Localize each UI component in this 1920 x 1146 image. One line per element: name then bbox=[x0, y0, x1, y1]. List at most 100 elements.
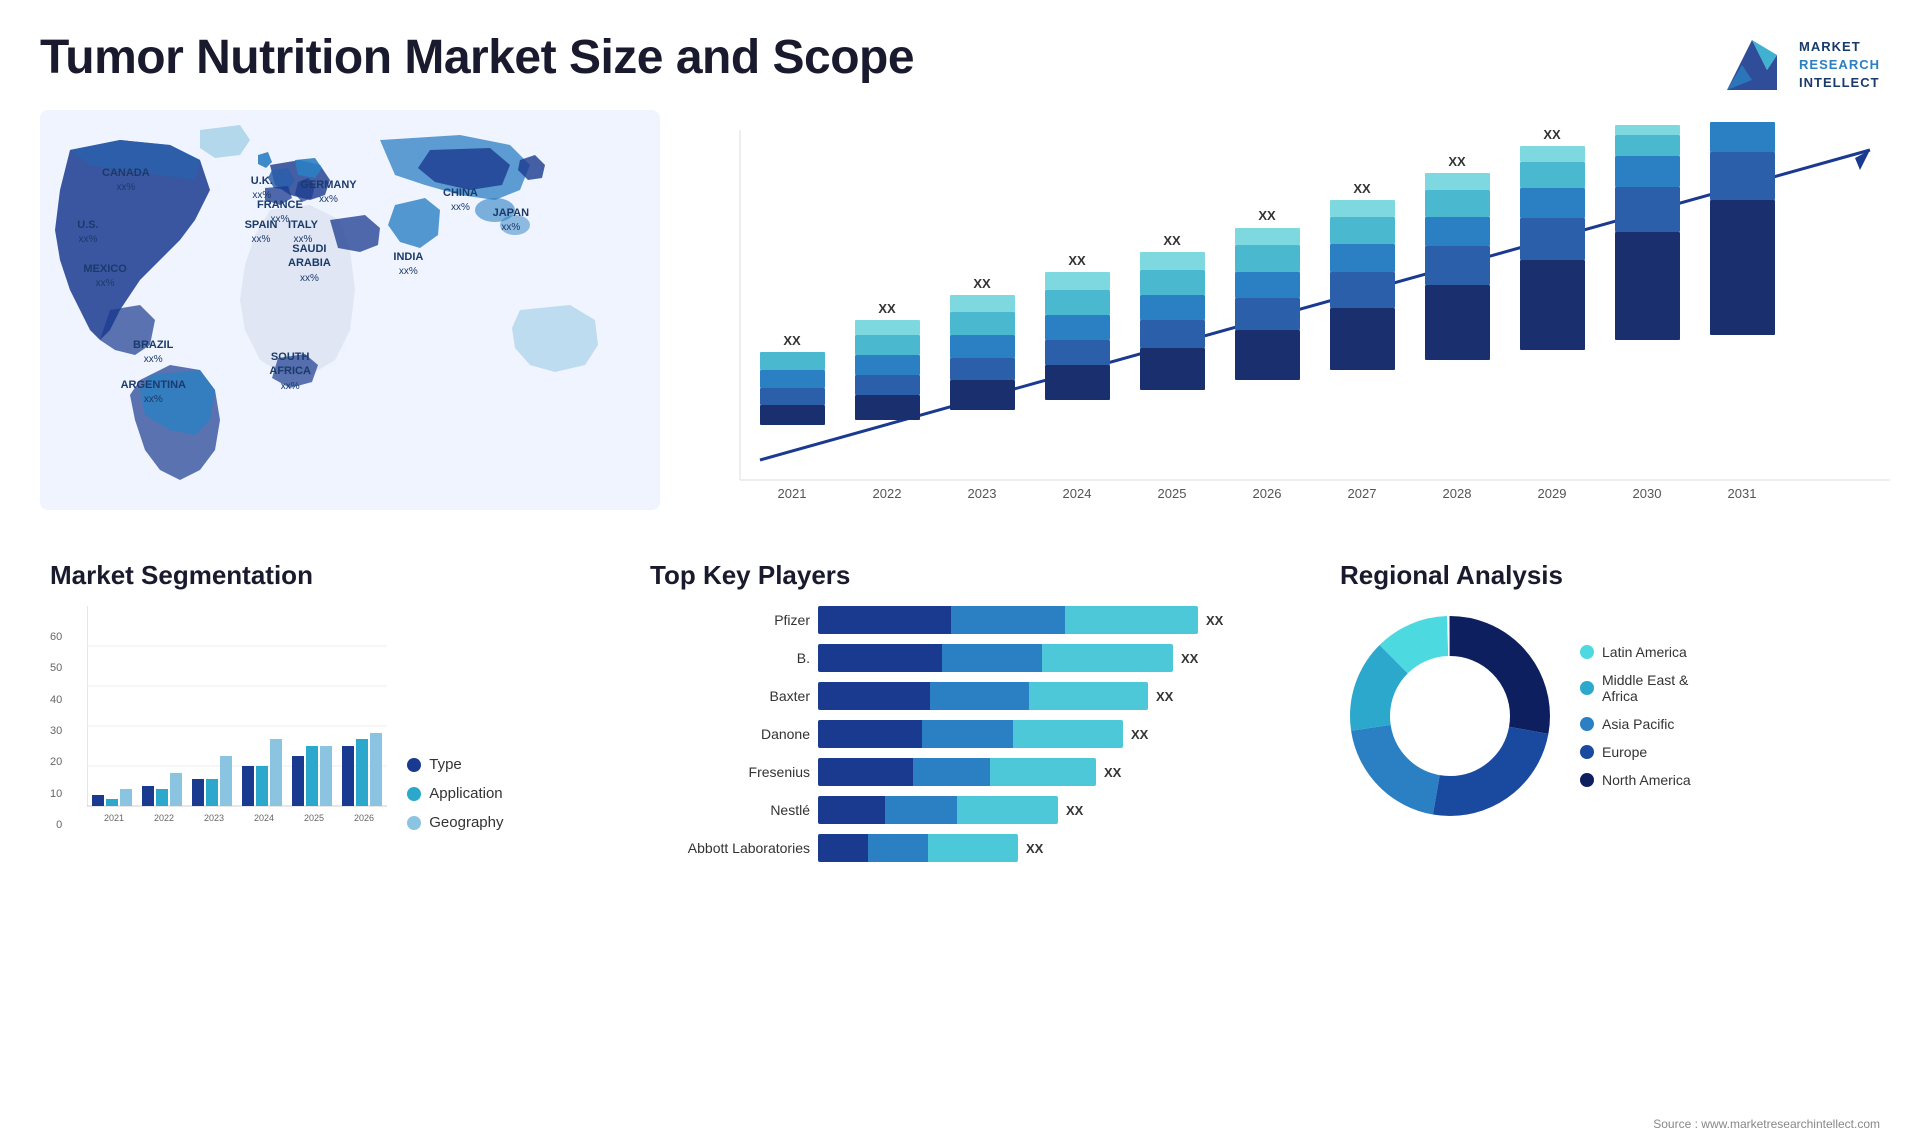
us-label: U.S.xx% bbox=[77, 218, 98, 247]
seg-bars-wrapper: 2021 2022 2023 bbox=[87, 606, 387, 831]
player-name: Abbott Laboratories bbox=[650, 840, 810, 856]
svg-text:2027: 2027 bbox=[1348, 486, 1377, 501]
players-chart: Pfizer XX B. bbox=[650, 606, 1300, 862]
players-section: Top Key Players Pfizer XX B. bbox=[640, 560, 1310, 862]
bottom-grid: Market Segmentation 60 50 40 30 20 10 0 bbox=[0, 560, 1920, 862]
player-name: Nestlé bbox=[650, 802, 810, 818]
player-row-baxter: Baxter XX bbox=[650, 682, 1300, 710]
svg-text:2024: 2024 bbox=[254, 813, 274, 823]
logo: MARKET RESEARCH INTELLECT bbox=[1717, 30, 1880, 100]
svg-text:2026: 2026 bbox=[354, 813, 374, 823]
geography-dot bbox=[407, 816, 421, 830]
player-row-pfizer: Pfizer XX bbox=[650, 606, 1300, 634]
player-row-b: B. XX bbox=[650, 644, 1300, 672]
player-name: B. bbox=[650, 650, 810, 666]
type-label: Type bbox=[429, 756, 462, 773]
south-africa-label: SOUTHAFRICAxx% bbox=[269, 350, 311, 393]
player-row-danone: Danone XX bbox=[650, 720, 1300, 748]
main-bar-chart: XX 2021 XX 2022 XX 2023 bbox=[710, 120, 1910, 520]
svg-text:2028: 2028 bbox=[1443, 486, 1472, 501]
svg-text:2031: 2031 bbox=[1728, 486, 1757, 501]
svg-text:XX: XX bbox=[1638, 120, 1656, 121]
svg-text:XX: XX bbox=[1258, 208, 1276, 223]
svg-text:XX: XX bbox=[878, 301, 896, 316]
svg-text:2021: 2021 bbox=[104, 813, 124, 823]
players-title: Top Key Players bbox=[650, 560, 1300, 591]
svg-text:2030: 2030 bbox=[1633, 486, 1662, 501]
svg-text:XX: XX bbox=[1163, 233, 1181, 248]
svg-text:2029: 2029 bbox=[1538, 486, 1567, 501]
middle-east-africa-dot bbox=[1580, 681, 1594, 695]
player-bar bbox=[818, 834, 1018, 862]
regional-section: Regional Analysis bbox=[1330, 560, 1880, 862]
regional-content: Latin America Middle East &Africa Asia P… bbox=[1340, 606, 1870, 826]
player-row-abbott: Abbott Laboratories XX bbox=[650, 834, 1300, 862]
regional-legend: Latin America Middle East &Africa Asia P… bbox=[1580, 644, 1691, 788]
type-dot bbox=[407, 758, 421, 772]
player-bar bbox=[818, 606, 1198, 634]
player-bar-container: XX bbox=[818, 644, 1300, 672]
donut-chart bbox=[1340, 606, 1560, 826]
brazil-label: BRAZILxx% bbox=[133, 338, 173, 367]
canada-label: CANADAxx% bbox=[102, 166, 150, 195]
player-bar-container: XX bbox=[818, 796, 1300, 824]
bar-chart-svg: XX 2021 XX 2022 XX 2023 bbox=[710, 120, 1910, 540]
player-name: Fresenius bbox=[650, 764, 810, 780]
north-america-label: North America bbox=[1602, 772, 1691, 788]
logo-icon bbox=[1717, 30, 1787, 100]
world-map: CANADAxx% U.S.xx% MEXICOxx% BRAZILxx% AR… bbox=[40, 110, 660, 510]
svg-text:2021: 2021 bbox=[778, 486, 807, 501]
map-section: CANADAxx% U.S.xx% MEXICOxx% BRAZILxx% AR… bbox=[40, 110, 680, 590]
germany-label: GERMANYxx% bbox=[300, 178, 356, 207]
donut-svg bbox=[1340, 606, 1560, 826]
legend-asia-pacific: Asia Pacific bbox=[1580, 716, 1691, 732]
seg-bars-svg: 2021 2022 2023 bbox=[87, 606, 387, 826]
legend-type: Type bbox=[407, 756, 503, 773]
legend-europe: Europe bbox=[1580, 744, 1691, 760]
argentina-label: ARGENTINAxx% bbox=[121, 378, 186, 407]
player-bar-container: XX bbox=[818, 682, 1300, 710]
asia-pacific-label: Asia Pacific bbox=[1602, 716, 1674, 732]
player-name: Danone bbox=[650, 726, 810, 742]
svg-text:XX: XX bbox=[1448, 154, 1466, 169]
svg-text:2025: 2025 bbox=[304, 813, 324, 823]
player-bar-container: XX bbox=[818, 606, 1300, 634]
player-bar bbox=[818, 796, 1058, 824]
legend-geography: Geography bbox=[407, 814, 503, 831]
player-row-nestle: Nestlé XX bbox=[650, 796, 1300, 824]
seg-y-labels: 60 50 40 30 20 10 0 bbox=[50, 631, 62, 831]
seg-legend: Type Application Geography bbox=[407, 756, 503, 831]
svg-text:XX: XX bbox=[1068, 253, 1086, 268]
player-bar-container: XX bbox=[818, 834, 1300, 862]
svg-text:XX: XX bbox=[1353, 181, 1371, 196]
player-bar bbox=[818, 682, 1148, 710]
svg-text:XX: XX bbox=[783, 333, 801, 348]
europe-dot bbox=[1580, 745, 1594, 759]
player-row-fresenius: Fresenius XX bbox=[650, 758, 1300, 786]
main-bar-chart-section: XX 2021 XX 2022 XX 2023 bbox=[690, 110, 1920, 590]
saudi-label: SAUDIARABIAxx% bbox=[288, 242, 331, 285]
asia-pacific-dot bbox=[1580, 717, 1594, 731]
svg-text:2024: 2024 bbox=[1063, 486, 1092, 501]
svg-text:XX: XX bbox=[973, 276, 991, 291]
svg-text:2025: 2025 bbox=[1158, 486, 1187, 501]
segmentation-section: Market Segmentation 60 50 40 30 20 10 0 bbox=[40, 560, 620, 862]
latin-america-label: Latin America bbox=[1602, 644, 1687, 660]
japan-label: JAPANxx% bbox=[493, 206, 529, 235]
geography-label: Geography bbox=[429, 814, 503, 831]
latin-america-dot bbox=[1580, 645, 1594, 659]
player-bar-container: XX bbox=[818, 758, 1300, 786]
north-america-dot bbox=[1580, 773, 1594, 787]
legend-north-america: North America bbox=[1580, 772, 1691, 788]
svg-text:2022: 2022 bbox=[873, 486, 902, 501]
svg-text:2023: 2023 bbox=[204, 813, 224, 823]
legend-latin-america: Latin America bbox=[1580, 644, 1691, 660]
svg-text:2023: 2023 bbox=[968, 486, 997, 501]
europe-label: Europe bbox=[1602, 744, 1647, 760]
page-title: Tumor Nutrition Market Size and Scope bbox=[40, 30, 914, 85]
mexico-label: MEXICOxx% bbox=[83, 262, 126, 291]
svg-text:XX: XX bbox=[1543, 127, 1561, 142]
player-bar bbox=[818, 644, 1173, 672]
logo-text: MARKET RESEARCH INTELLECT bbox=[1799, 38, 1880, 93]
india-label: INDIAxx% bbox=[393, 250, 423, 279]
